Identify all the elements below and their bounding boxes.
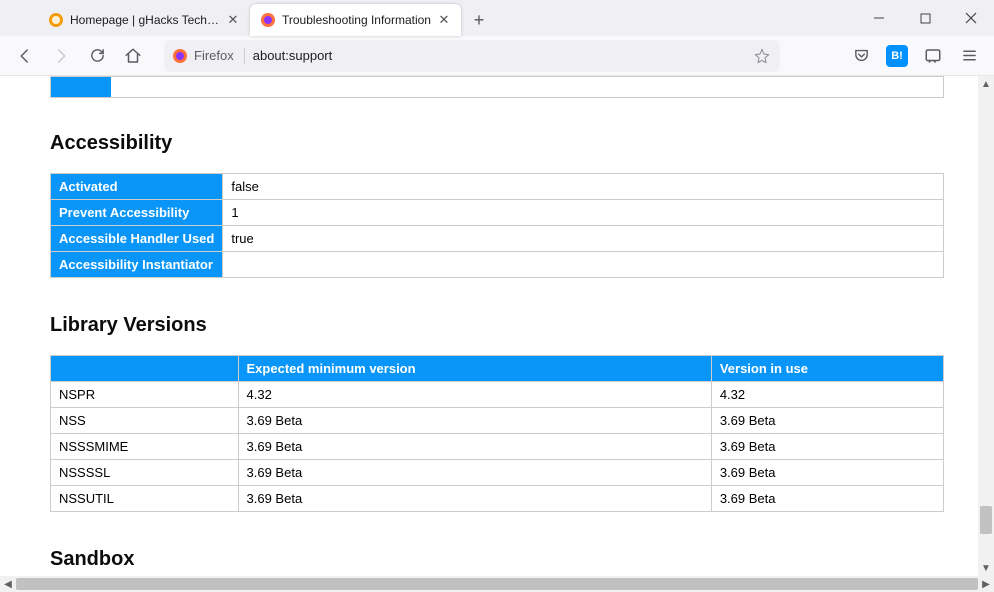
- table-header-cell: [51, 77, 111, 97]
- cell: [223, 252, 944, 278]
- table-row: Accessibility Instantiator: [51, 252, 944, 278]
- table-row: NSSSSL 3.69 Beta 3.69 Beta: [51, 460, 944, 486]
- hatena-button[interactable]: B!: [882, 41, 912, 71]
- row-header: Accessibility Instantiator: [51, 252, 223, 278]
- tab-strip: Homepage | gHacks Technolog ✕ Troublesho…: [0, 0, 994, 36]
- window-controls: [856, 0, 994, 36]
- table-row: NSSUTIL 3.69 Beta 3.69 Beta: [51, 486, 944, 512]
- maximize-button[interactable]: [902, 2, 948, 34]
- col-header: [51, 356, 239, 382]
- new-tab-button[interactable]: +: [465, 6, 493, 34]
- col-header: Expected minimum version: [238, 356, 711, 382]
- cell: NSSUTIL: [51, 486, 239, 512]
- back-button[interactable]: [10, 41, 40, 71]
- vertical-scrollbar[interactable]: ▲ ▼: [978, 76, 994, 576]
- table-row: Prevent Accessibility 1: [51, 200, 944, 226]
- scroll-down-icon[interactable]: ▼: [978, 560, 994, 576]
- cell: 3.69 Beta: [238, 460, 711, 486]
- table-row: NSPR 4.32 4.32: [51, 382, 944, 408]
- scroll-right-icon[interactable]: ▶: [978, 576, 994, 592]
- table-row: Accessible Handler Used true: [51, 226, 944, 252]
- pocket-button[interactable]: [846, 41, 876, 71]
- close-icon[interactable]: ✕: [226, 13, 240, 27]
- tab-ghacks[interactable]: Homepage | gHacks Technolog ✕: [38, 4, 250, 36]
- identity-box[interactable]: Firefox: [172, 48, 245, 64]
- horizontal-scrollbar[interactable]: ◀ ▶: [0, 576, 994, 592]
- table-header-row: Expected minimum version Version in use: [51, 356, 944, 382]
- cell: NSSSMIME: [51, 434, 239, 460]
- bookmark-star-icon[interactable]: [754, 48, 770, 64]
- cell: 3.69 Beta: [238, 434, 711, 460]
- cell: 3.69 Beta: [711, 486, 943, 512]
- col-header: Version in use: [711, 356, 943, 382]
- table-row: Activated false: [51, 174, 944, 200]
- home-button[interactable]: [118, 41, 148, 71]
- minimize-button[interactable]: [856, 2, 902, 34]
- firefox-favicon-icon: [260, 12, 276, 28]
- tab-troubleshooting[interactable]: Troubleshooting Information ✕: [250, 4, 461, 36]
- scroll-thumb[interactable]: [980, 506, 992, 534]
- navigation-toolbar: Firefox about:support B!: [0, 36, 994, 76]
- table-row: NSS 3.69 Beta 3.69 Beta: [51, 408, 944, 434]
- row-header: Activated: [51, 174, 223, 200]
- tab-title: Homepage | gHacks Technolog: [70, 13, 220, 27]
- cell: 3.69 Beta: [711, 460, 943, 486]
- row-header: Accessible Handler Used: [51, 226, 223, 252]
- cell: NSSSSL: [51, 460, 239, 486]
- extension-button[interactable]: [918, 41, 948, 71]
- cell: 3.69 Beta: [711, 434, 943, 460]
- partial-table-row: [50, 76, 944, 98]
- cell: 1: [223, 200, 944, 226]
- tab-favicon-icon: [48, 12, 64, 28]
- tab-title: Troubleshooting Information: [282, 13, 431, 27]
- cell: 3.69 Beta: [711, 408, 943, 434]
- address-text: about:support: [253, 48, 333, 63]
- about-support-page: Accessibility Activated false Prevent Ac…: [0, 76, 994, 576]
- forward-button[interactable]: [46, 41, 76, 71]
- firefox-logo-icon: [172, 48, 188, 64]
- accessibility-table: Activated false Prevent Accessibility 1 …: [50, 173, 944, 278]
- section-heading-library: Library Versions: [50, 314, 944, 337]
- url-bar[interactable]: Firefox about:support: [164, 40, 780, 72]
- cell: NSPR: [51, 382, 239, 408]
- app-menu-button[interactable]: [954, 41, 984, 71]
- close-window-button[interactable]: [948, 2, 994, 34]
- row-header: Prevent Accessibility: [51, 200, 223, 226]
- cell: 4.32: [238, 382, 711, 408]
- cell: NSS: [51, 408, 239, 434]
- cell: 3.69 Beta: [238, 486, 711, 512]
- scroll-thumb[interactable]: [16, 578, 978, 590]
- library-versions-table: Expected minimum version Version in use …: [50, 355, 944, 512]
- reload-button[interactable]: [82, 41, 112, 71]
- cell: false: [223, 174, 944, 200]
- table-row: NSSSMIME 3.69 Beta 3.69 Beta: [51, 434, 944, 460]
- section-heading-accessibility: Accessibility: [50, 132, 944, 155]
- content-viewport: Accessibility Activated false Prevent Ac…: [0, 76, 994, 576]
- cell: true: [223, 226, 944, 252]
- close-icon[interactable]: ✕: [437, 13, 451, 27]
- cell: 4.32: [711, 382, 943, 408]
- section-heading-sandbox: Sandbox: [50, 548, 944, 571]
- scroll-up-icon[interactable]: ▲: [978, 76, 994, 92]
- identity-label: Firefox: [194, 48, 234, 63]
- scroll-left-icon[interactable]: ◀: [0, 576, 16, 592]
- cell: 3.69 Beta: [238, 408, 711, 434]
